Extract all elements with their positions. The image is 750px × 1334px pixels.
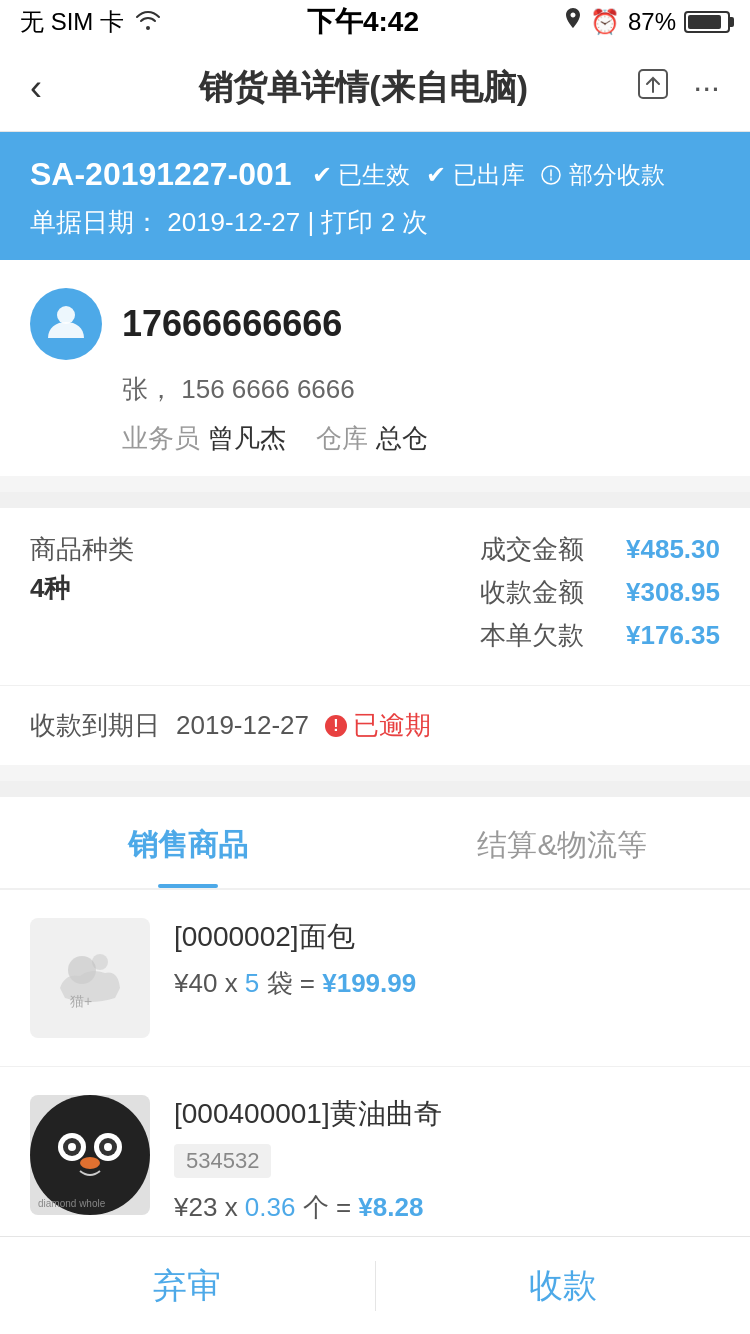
products-list: 猫+ [0000002]面包 ¥40 x 5 袋 = ¥199.99 bbox=[0, 890, 750, 1254]
share-icon[interactable] bbox=[637, 68, 669, 108]
stats-right: 成交金额 ¥485.30 收款金额 ¥308.95 本单欠款 ¥176.35 bbox=[480, 532, 720, 661]
divider-1 bbox=[0, 492, 750, 508]
product-info-2: [000400001]黄油曲奇 534532 ¥23 x 0.36 个 = ¥8… bbox=[174, 1095, 720, 1225]
page-title: 销货单详情(来自电脑) bbox=[90, 65, 637, 111]
status-right: ⏰ 87% bbox=[564, 8, 730, 36]
location-icon bbox=[564, 8, 582, 36]
order-meta: 单据日期： 2019-12-27 | 打印 2 次 bbox=[30, 205, 720, 240]
owed-amount-label: 本单欠款 bbox=[480, 618, 584, 653]
due-date-label: 收款到期日 bbox=[30, 708, 160, 743]
badge-partial-payment: 部分收款 bbox=[541, 159, 665, 191]
trading-amount-label: 成交金额 bbox=[480, 532, 584, 567]
svg-text:猫+: 猫+ bbox=[70, 993, 92, 1009]
bottom-bar: 弃审 收款 bbox=[0, 1236, 750, 1334]
badge-shipped: ✔ 已出库 bbox=[426, 159, 525, 191]
sales-name: 曾凡杰 bbox=[208, 421, 286, 456]
product-type-value: 4种 bbox=[30, 571, 134, 606]
svg-point-6 bbox=[30, 1095, 150, 1215]
svg-point-2 bbox=[57, 306, 75, 324]
avatar-icon bbox=[44, 298, 88, 351]
badge-effective: ✔ 已生效 bbox=[312, 159, 411, 191]
carrier-text: 无 SIM 卡 bbox=[20, 6, 124, 38]
status-left: 无 SIM 卡 bbox=[20, 6, 162, 38]
svg-point-11 bbox=[68, 1143, 76, 1151]
overdue-label: 已逾期 bbox=[353, 708, 431, 743]
owed-amount-row: 本单欠款 ¥176.35 bbox=[480, 618, 720, 653]
payment-amount-row: 收款金额 ¥308.95 bbox=[480, 575, 720, 610]
svg-point-12 bbox=[104, 1143, 112, 1151]
due-date-value: 2019-12-27 bbox=[176, 710, 309, 741]
product-thumb-2: diamond whole bbox=[30, 1095, 150, 1215]
order-id: SA-20191227-001 bbox=[30, 156, 292, 193]
product-qty-1: 5 bbox=[245, 968, 259, 998]
order-header: SA-20191227-001 ✔ 已生效 ✔ 已出库 部分收款 单据日期： 2… bbox=[0, 132, 750, 260]
trading-amount-value: ¥485.30 bbox=[600, 534, 720, 565]
product-item-2: diamond whole [000400001]黄油曲奇 534532 ¥23… bbox=[0, 1067, 750, 1254]
cancel-button[interactable]: 弃审 bbox=[0, 1237, 375, 1334]
svg-text:diamond whole: diamond whole bbox=[38, 1198, 106, 1209]
stats-left: 商品种类 4种 bbox=[30, 532, 134, 606]
product-thumb-1: 猫+ bbox=[30, 918, 150, 1038]
svg-point-4 bbox=[92, 954, 108, 970]
tab-products[interactable]: 销售商品 bbox=[0, 797, 375, 888]
confirm-button[interactable]: 收款 bbox=[376, 1237, 751, 1334]
alarm-icon: ⏰ bbox=[590, 8, 620, 36]
order-badges: ✔ 已生效 ✔ 已出库 部分收款 bbox=[312, 159, 665, 191]
back-button[interactable]: ‹ bbox=[30, 67, 90, 109]
sales-label: 业务员 bbox=[122, 421, 200, 456]
due-section: 收款到期日 2019-12-27 ! 已逾期 bbox=[0, 685, 750, 765]
warehouse-label: 仓库 bbox=[316, 421, 368, 456]
payment-amount-label: 收款金额 bbox=[480, 575, 584, 610]
product-name-2: [000400001]黄油曲奇 bbox=[174, 1095, 720, 1133]
product-qty-2: 0.36 bbox=[245, 1192, 296, 1222]
overdue-icon: ! bbox=[325, 715, 347, 737]
product-type-label: 商品种类 bbox=[30, 532, 134, 567]
battery-text: 87% bbox=[628, 8, 676, 36]
customer-row: 业务员 曾凡杰 仓库 总仓 bbox=[30, 421, 720, 456]
overdue-badge: ! 已逾期 bbox=[325, 708, 431, 743]
nav-bar: ‹ 销货单详情(来自电脑) ··· bbox=[0, 44, 750, 132]
tabs-container: 销售商品 结算&物流等 bbox=[0, 797, 750, 890]
svg-point-13 bbox=[80, 1157, 100, 1169]
product-price-2: ¥23 x 0.36 个 = ¥8.28 bbox=[174, 1190, 720, 1225]
product-total-2: ¥8.28 bbox=[358, 1192, 423, 1222]
product-sku-2: 534532 bbox=[174, 1144, 271, 1178]
nav-actions: ··· bbox=[637, 68, 720, 108]
stats-section: 商品种类 4种 成交金额 ¥485.30 收款金额 ¥308.95 本单欠款 ¥… bbox=[0, 508, 750, 685]
battery-icon bbox=[684, 11, 730, 33]
wifi-icon bbox=[134, 8, 162, 36]
status-bar: 无 SIM 卡 下午4:42 ⏰ 87% bbox=[0, 0, 750, 44]
more-icon[interactable]: ··· bbox=[693, 69, 720, 106]
customer-info: 张， 156 6666 6666 bbox=[30, 372, 720, 407]
customer-name: 17666666666 bbox=[122, 303, 342, 345]
trading-amount-row: 成交金额 ¥485.30 bbox=[480, 532, 720, 567]
product-item: 猫+ [0000002]面包 ¥40 x 5 袋 = ¥199.99 bbox=[0, 890, 750, 1067]
tab-settlement[interactable]: 结算&物流等 bbox=[375, 797, 750, 888]
status-time: 下午4:42 bbox=[307, 3, 419, 41]
avatar bbox=[30, 288, 102, 360]
product-price-1: ¥40 x 5 袋 = ¥199.99 bbox=[174, 966, 720, 1001]
customer-card: 17666666666 张， 156 6666 6666 业务员 曾凡杰 仓库 … bbox=[0, 260, 750, 476]
warehouse-name: 总仓 bbox=[376, 421, 428, 456]
owed-amount-value: ¥176.35 bbox=[600, 620, 720, 651]
product-info-1: [0000002]面包 ¥40 x 5 袋 = ¥199.99 bbox=[174, 918, 720, 1001]
product-name-1: [0000002]面包 bbox=[174, 918, 720, 956]
product-total-1: ¥199.99 bbox=[322, 968, 416, 998]
divider-2 bbox=[0, 781, 750, 797]
payment-amount-value: ¥308.95 bbox=[600, 577, 720, 608]
